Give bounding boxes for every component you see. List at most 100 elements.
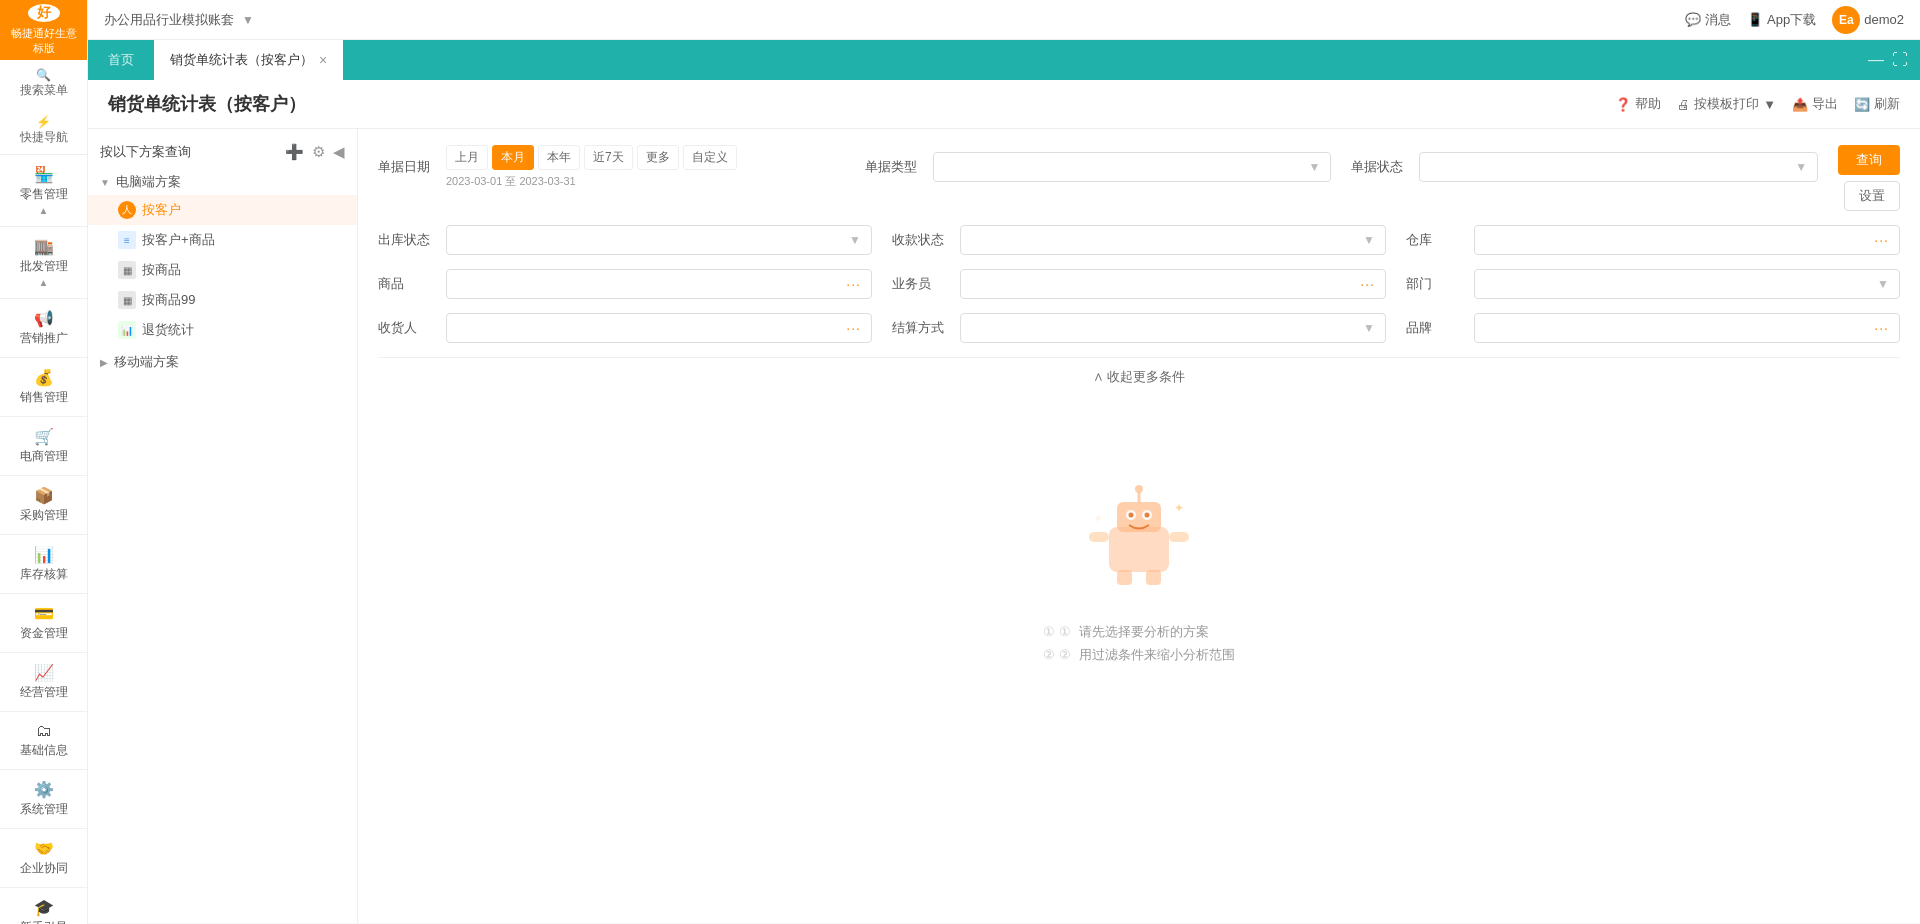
sidebar-item-sales[interactable]: 💰 销售管理 [0, 358, 87, 417]
pc-group-header[interactable]: ▼ 电脑端方案 [88, 169, 357, 195]
sidebar-item-marketing[interactable]: 📢 营销推广 [0, 299, 87, 358]
panel-settings-icon[interactable]: ⚙ [312, 143, 325, 161]
quick-nav-label: 快捷导航 [0, 129, 87, 146]
warehouse-input[interactable]: ··· [1474, 225, 1900, 255]
salesperson-input[interactable]: ··· [960, 269, 1386, 299]
consignee-input[interactable]: ··· [446, 313, 872, 343]
app-download-label: App下载 [1767, 11, 1816, 29]
scheme-return-label: 退货统计 [142, 321, 194, 339]
sidebar-item-inventory[interactable]: 📊 库存核算 [0, 535, 87, 594]
topbar-title: 办公用品行业模拟账套 ▼ [104, 11, 254, 29]
panel-collapse-icon[interactable]: ◀ [333, 143, 345, 161]
header-actions: ❓ 帮助 🖨 按模板打印 ▼ 📤 导出 🔄 刷新 [1615, 95, 1900, 125]
panel-title: 按以下方案查询 [100, 143, 191, 161]
export-btn[interactable]: 📤 导出 [1792, 95, 1838, 113]
app-name: 畅捷通好生意 [11, 26, 77, 41]
tab-home-label: 首页 [108, 51, 134, 69]
scheme-by-goods[interactable]: ▦ 按商品 [88, 255, 357, 285]
refresh-btn[interactable]: 🔄 刷新 [1854, 95, 1900, 113]
wholesale-icon: 🏬 [34, 237, 54, 256]
mobile-group-header[interactable]: ▶ 移动端方案 [88, 349, 357, 375]
scheme-return-stats[interactable]: 📊 退货统计 [88, 315, 357, 345]
svg-rect-11 [1146, 570, 1161, 585]
pay-status-label: 收款状态 [892, 231, 952, 249]
sidebar-item-finance[interactable]: 💳 资金管理 [0, 594, 87, 653]
warehouse-dots-icon: ··· [1874, 232, 1889, 248]
query-button[interactable]: 查询 [1838, 145, 1900, 175]
doc-type-input[interactable]: ▼ [933, 152, 1332, 182]
doc-status-input[interactable]: ▼ [1419, 152, 1818, 182]
app-download-btn[interactable]: 📱 App下载 [1747, 11, 1816, 29]
pc-group-triangle-icon: ▼ [100, 177, 110, 188]
panel-add-icon[interactable]: ➕ [285, 143, 304, 161]
scheme-by-customer-goods[interactable]: ≡ 按客户+商品 [88, 225, 357, 255]
sidebar-item-basic[interactable]: 🗂 基础信息 [0, 712, 87, 770]
help-btn[interactable]: ❓ 帮助 [1615, 95, 1661, 113]
tab-close-icon[interactable]: × [319, 53, 327, 67]
pc-group-label: 电脑端方案 [116, 173, 181, 191]
settlement-chevron-icon: ▼ [1363, 321, 1375, 335]
date-last-month-btn[interactable]: 上月 [446, 145, 488, 170]
scheme-by-goods-99[interactable]: ▦ 按商品99 [88, 285, 357, 315]
basic-label: 基础信息 [20, 742, 68, 759]
sidebar-item-retail[interactable]: 🏪 零售管理 ▲ [0, 155, 87, 227]
scheme-customer-label: 按客户 [142, 201, 181, 219]
settlement-input[interactable]: ▼ [960, 313, 1386, 343]
date-filter: 上月 本月 本年 近7天 更多 自定义 2023-03-01 至 2023-03… [446, 145, 845, 189]
sidebar-item-system[interactable]: ⚙️ 系统管理 [0, 770, 87, 829]
brand-input[interactable]: ··· [1474, 313, 1900, 343]
tab-bar: 首页 销货单统计表（按客户） × — ⛶ [88, 40, 1920, 80]
doc-type-label: 单据类型 [865, 158, 925, 176]
customer-icon: 人 [118, 201, 136, 219]
collapse-bar[interactable]: ∧ 收起更多条件 [378, 357, 1900, 396]
left-panel: 按以下方案查询 ➕ ⚙ ◀ ▼ 电脑端方案 人 按客户 [88, 129, 358, 923]
system-label: 系统管理 [20, 801, 68, 818]
tab-home[interactable]: 首页 [88, 40, 154, 80]
department-input[interactable]: ▼ [1474, 269, 1900, 299]
date-last7-btn[interactable]: 近7天 [584, 145, 633, 170]
date-this-year-btn[interactable]: 本年 [538, 145, 580, 170]
out-status-input[interactable]: ▼ [446, 225, 872, 255]
search-menu-btn[interactable]: 🔍 搜索菜单 [0, 60, 87, 107]
empty-state: ✦ ✧ ① 请先选择要分析的方案 ② 用过滤条件来缩小分析范围 [378, 397, 1900, 747]
scheme-customer-goods-label: 按客户+商品 [142, 231, 215, 249]
message-btn[interactable]: 💬 消息 [1685, 11, 1731, 29]
scheme-by-customer[interactable]: 人 按客户 [88, 195, 357, 225]
date-this-month-btn[interactable]: 本月 [492, 145, 534, 170]
tab-sales-stats[interactable]: 销货单统计表（按客户） × [154, 40, 343, 80]
pay-status-input[interactable]: ▼ [960, 225, 1386, 255]
help-icon: ❓ [1615, 97, 1631, 112]
goods-input[interactable]: ··· [446, 269, 872, 299]
date-more-btn[interactable]: 更多 [637, 145, 679, 170]
search-menu-label: 搜索菜单 [0, 82, 87, 99]
svg-rect-9 [1169, 532, 1189, 542]
settlement-label: 结算方式 [892, 319, 952, 337]
minimize-icon[interactable]: — [1868, 51, 1884, 69]
sidebar-item-ecommerce[interactable]: 🛒 电商管理 [0, 417, 87, 476]
date-custom-btn[interactable]: 自定义 [683, 145, 737, 170]
empty-illustration: ✦ ✧ [1079, 477, 1199, 600]
svg-text:✦: ✦ [1174, 501, 1184, 515]
user-profile-btn[interactable]: Ea demo2 [1832, 6, 1904, 34]
quick-nav-btn[interactable]: ⚡ 快捷导航 [0, 107, 87, 155]
settings-button[interactable]: 设置 [1844, 181, 1900, 211]
department-row: 部门 ▼ [1406, 269, 1900, 299]
mobile-group-triangle-icon: ▶ [100, 357, 108, 368]
maximize-icon[interactable]: ⛶ [1892, 51, 1908, 69]
main-content: 办公用品行业模拟账套 ▼ 💬 消息 📱 App下载 Ea demo2 首页 [88, 0, 1920, 924]
empty-hints: ① 请先选择要分析的方案 ② 用过滤条件来缩小分析范围 [1043, 620, 1234, 667]
svg-rect-0 [1109, 527, 1169, 572]
settlement-row: 结算方式 ▼ [892, 313, 1386, 343]
sidebar-item-coop[interactable]: 🤝 企业协同 [0, 829, 87, 888]
sidebar-item-new-guide[interactable]: 🎓 新手引导 [0, 888, 87, 924]
refresh-icon: 🔄 [1854, 97, 1870, 112]
consignee-label: 收货人 [378, 319, 438, 337]
sidebar-item-operations[interactable]: 📈 经营管理 [0, 653, 87, 712]
print-btn[interactable]: 🖨 按模板打印 ▼ [1677, 95, 1776, 113]
pc-scheme-group: ▼ 电脑端方案 人 按客户 ≡ 按客户+商品 ▦ 按商品 [88, 169, 357, 345]
guide-label: 新手引导 [20, 919, 68, 924]
tab-sales-stats-label: 销货单统计表（按客户） [170, 51, 313, 69]
sidebar-item-wholesale[interactable]: 🏬 批发管理 ▲ [0, 227, 87, 299]
sidebar-item-purchase[interactable]: 📦 采购管理 [0, 476, 87, 535]
svg-point-5 [1145, 513, 1150, 518]
